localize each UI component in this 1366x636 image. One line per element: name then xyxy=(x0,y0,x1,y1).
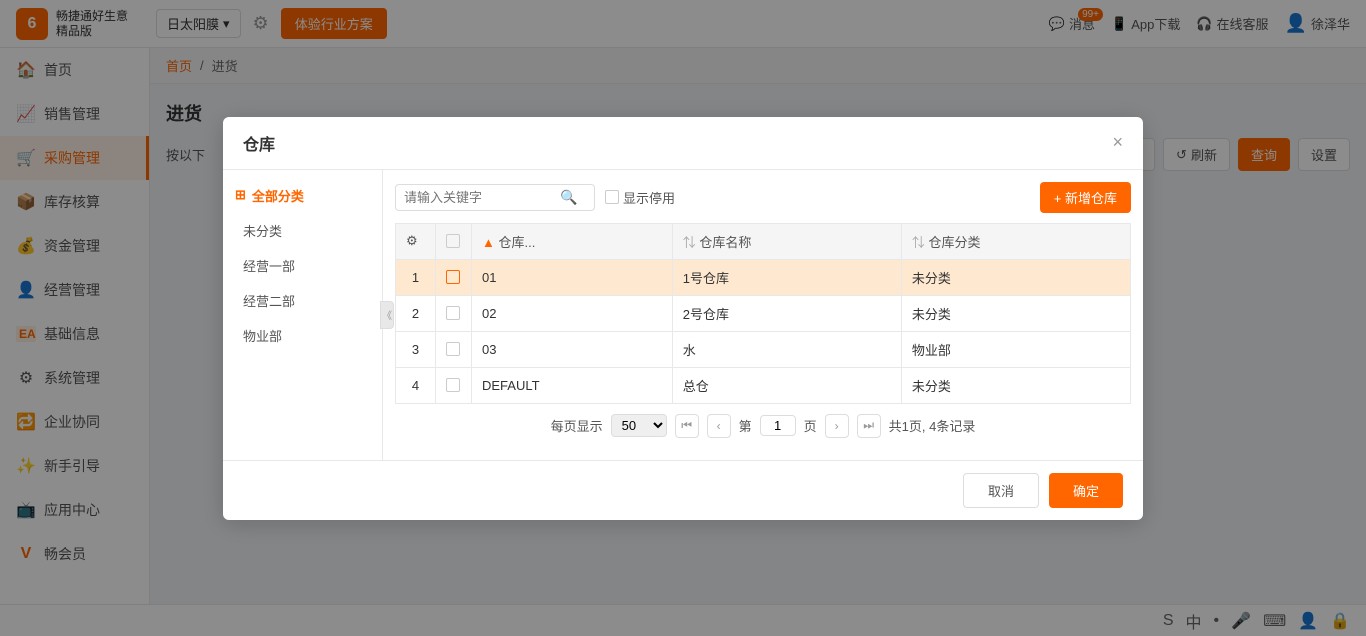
modal-overlay: 仓库 × ⊞ 全部分类 未分类 经营一部 经营二部 物业部 《 xyxy=(0,0,1366,636)
page-input[interactable] xyxy=(760,415,796,436)
cat-item-2[interactable]: 经营二部 xyxy=(223,283,382,318)
row-name: 1号仓库 xyxy=(672,259,901,295)
sort-icon-name: ⇅ xyxy=(683,235,696,250)
show-disabled-checkbox[interactable] xyxy=(605,190,619,204)
per-page-select[interactable]: 50 20 100 xyxy=(611,414,667,437)
table-row[interactable]: 2 02 2号仓库 未分类 xyxy=(396,295,1131,331)
last-page-button[interactable]: ⏭ xyxy=(857,414,881,438)
settings-icon: ⚙ xyxy=(406,233,418,248)
table-wrapper: ⚙ ▲ 仓库... ⇅ xyxy=(395,223,1131,404)
sort-icon: ▲ xyxy=(482,235,495,250)
row-code: 01 xyxy=(472,259,673,295)
cat-item-3[interactable]: 物业部 xyxy=(223,318,382,353)
modal-footer: 取消 确定 xyxy=(223,460,1143,520)
th-code[interactable]: ▲ 仓库... xyxy=(472,223,673,259)
next-page-button[interactable]: › xyxy=(825,414,849,438)
th-category-label: 仓库分类 xyxy=(929,235,981,250)
table-row[interactable]: 4 DEFAULT 总仓 未分类 xyxy=(396,367,1131,403)
warehouse-table: ⚙ ▲ 仓库... ⇅ xyxy=(395,223,1131,404)
row-num: 3 xyxy=(396,331,436,367)
pagination: 每页显示 50 20 100 ⏮ ‹ 第 页 › ⏭ 共1页, 4条记录 xyxy=(395,404,1131,448)
th-code-label: 仓库... xyxy=(499,235,536,250)
row-category: 未分类 xyxy=(901,367,1130,403)
all-categories-item[interactable]: ⊞ 全部分类 xyxy=(223,178,382,213)
row-checkbox-cell xyxy=(436,367,472,403)
row-name: 总仓 xyxy=(672,367,901,403)
table-panel: 🔍 显示停用 + 新增仓库 ⚙ xyxy=(383,170,1143,460)
row-code: DEFAULT xyxy=(472,367,673,403)
search-box: 🔍 xyxy=(395,184,595,211)
th-checkbox xyxy=(436,223,472,259)
row-checkbox[interactable] xyxy=(446,270,460,284)
cat-item-0[interactable]: 未分类 xyxy=(223,213,382,248)
first-page-button[interactable]: ⏮ xyxy=(675,414,699,438)
add-warehouse-button[interactable]: + 新增仓库 xyxy=(1040,182,1131,213)
row-category: 未分类 xyxy=(901,259,1130,295)
warehouse-modal: 仓库 × ⊞ 全部分类 未分类 经营一部 经营二部 物业部 《 xyxy=(223,117,1143,520)
category-panel: ⊞ 全部分类 未分类 经营一部 经营二部 物业部 《 xyxy=(223,170,383,460)
th-settings[interactable]: ⚙ xyxy=(396,223,436,259)
grid-icon: ⊞ xyxy=(235,187,246,203)
row-name: 2号仓库 xyxy=(672,295,901,331)
page-label: 第 xyxy=(739,416,752,435)
row-code: 03 xyxy=(472,331,673,367)
row-checkbox[interactable] xyxy=(446,378,460,392)
row-checkbox[interactable] xyxy=(446,342,460,356)
table-head: ⚙ ▲ 仓库... ⇅ xyxy=(396,223,1131,259)
sort-icon-cat: ⇅ xyxy=(912,235,925,250)
page-unit: 页 xyxy=(804,416,817,435)
row-num: 2 xyxy=(396,295,436,331)
row-checkbox-cell xyxy=(436,295,472,331)
cancel-button[interactable]: 取消 xyxy=(963,473,1039,508)
row-code: 02 xyxy=(472,295,673,331)
all-categories-label: 全部分类 xyxy=(252,186,304,205)
prev-page-button[interactable]: ‹ xyxy=(707,414,731,438)
modal-header: 仓库 × xyxy=(223,117,1143,170)
row-checkbox-cell xyxy=(436,331,472,367)
select-all-checkbox[interactable] xyxy=(446,234,460,248)
row-num: 4 xyxy=(396,367,436,403)
modal-title: 仓库 xyxy=(243,131,275,155)
per-page-label: 每页显示 xyxy=(551,416,603,435)
show-disabled-label: 显示停用 xyxy=(623,188,675,207)
collapse-categories-button[interactable]: 《 xyxy=(380,301,394,329)
table-toolbar: 🔍 显示停用 + 新增仓库 xyxy=(395,182,1131,213)
row-num: 1 xyxy=(396,259,436,295)
search-icon[interactable]: 🔍 xyxy=(560,189,577,206)
modal-close-button[interactable]: × xyxy=(1112,132,1123,153)
row-name: 水 xyxy=(672,331,901,367)
confirm-button[interactable]: 确定 xyxy=(1049,473,1123,508)
row-category: 物业部 xyxy=(901,331,1130,367)
cat-item-1[interactable]: 经营一部 xyxy=(223,248,382,283)
row-checkbox-cell xyxy=(436,259,472,295)
th-category[interactable]: ⇅ 仓库分类 xyxy=(901,223,1130,259)
page-summary: 共1页, 4条记录 xyxy=(889,416,976,435)
th-name[interactable]: ⇅ 仓库名称 xyxy=(672,223,901,259)
table-row[interactable]: 3 03 水 物业部 xyxy=(396,331,1131,367)
th-name-label: 仓库名称 xyxy=(699,235,751,250)
row-checkbox[interactable] xyxy=(446,306,460,320)
table-body: 1 01 1号仓库 未分类 2 02 2号仓库 未分类 3 03 水 物业部 4 xyxy=(396,259,1131,403)
search-input[interactable] xyxy=(404,190,554,205)
modal-body: ⊞ 全部分类 未分类 经营一部 经营二部 物业部 《 🔍 xyxy=(223,170,1143,460)
table-row[interactable]: 1 01 1号仓库 未分类 xyxy=(396,259,1131,295)
row-category: 未分类 xyxy=(901,295,1130,331)
show-disabled-toggle[interactable]: 显示停用 xyxy=(605,188,675,207)
